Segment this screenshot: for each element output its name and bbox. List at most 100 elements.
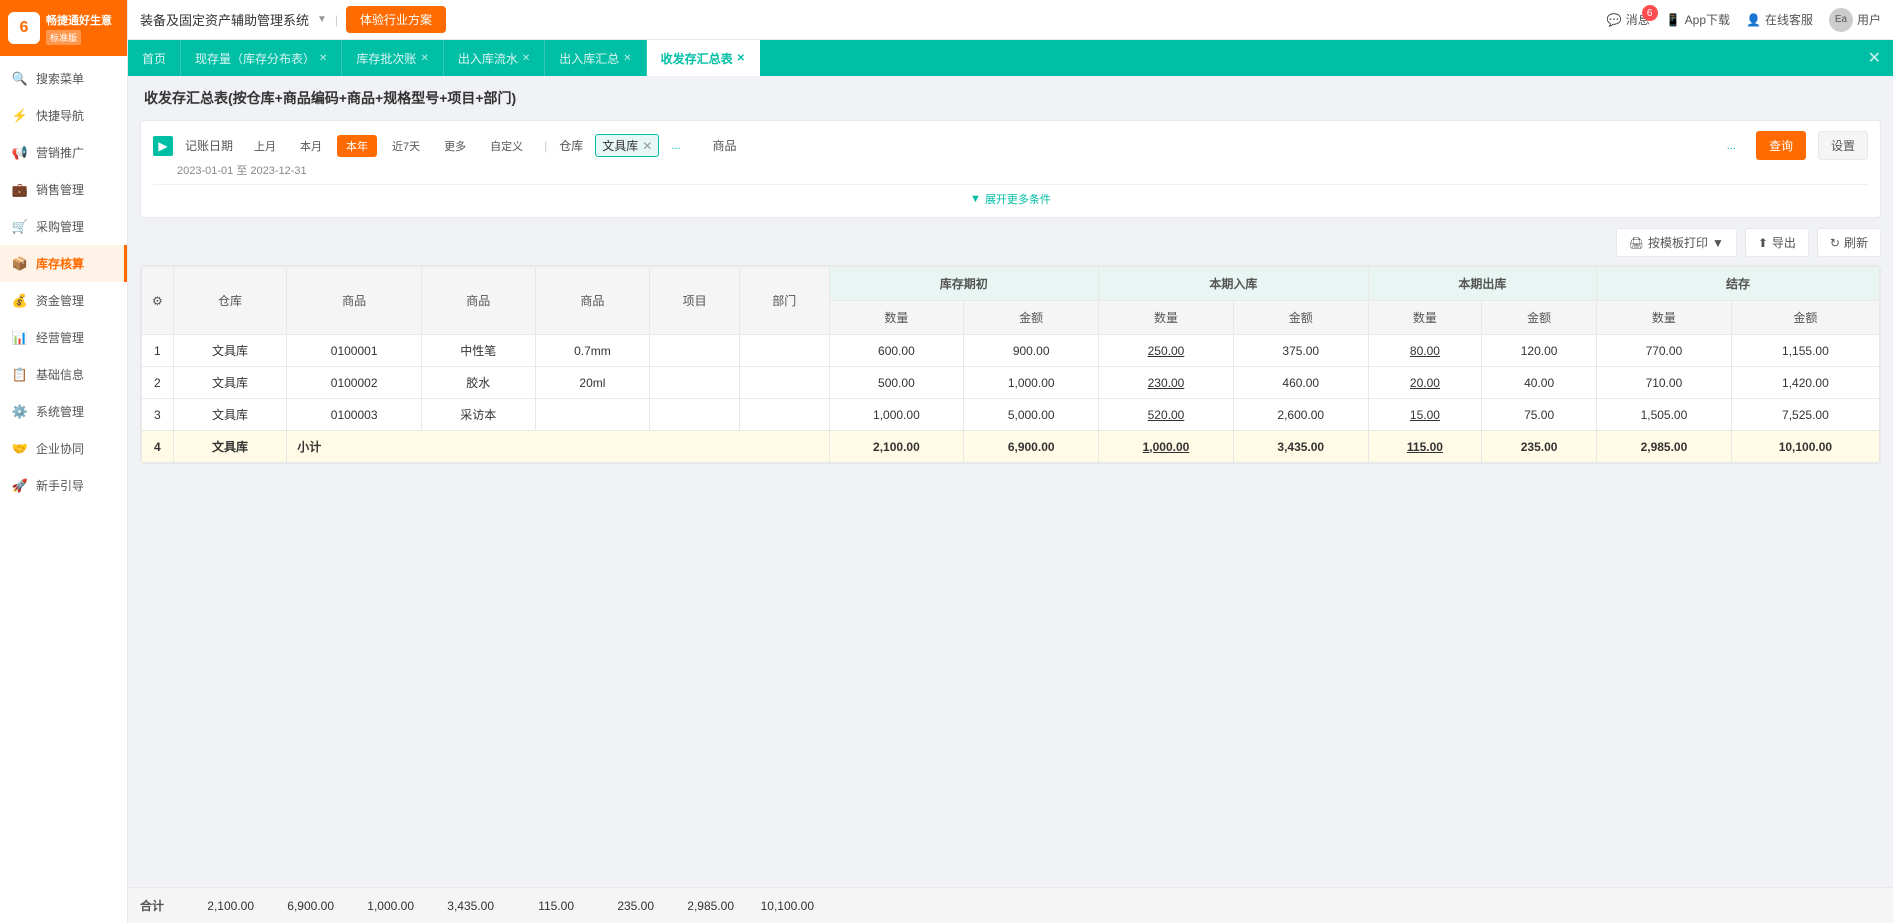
header: 装备及固定资产辅助管理系统 ▼ | 体验行业方案 💬 消息 6 📱 App下载 … (128, 0, 1893, 40)
warehouse-tag: 文具库 ✕ (595, 134, 659, 157)
system-dropdown[interactable]: ▼ (317, 14, 327, 25)
th-inbound: 本期入库 (1099, 267, 1369, 301)
row-in-qty-link[interactable]: 250.00 (1099, 335, 1234, 367)
row-in-qty-link[interactable]: 520.00 (1099, 399, 1234, 431)
tab-close-3[interactable]: ✕ (522, 53, 530, 64)
subtotal-no: 4 (142, 431, 174, 463)
data-table: ⚙ 仓库 商品 商品 商品 项目 部门 库存期初 本期入库 本期出库 结存 数量 (141, 266, 1880, 463)
print-dropdown-icon: ▼ (1712, 236, 1724, 250)
tab-close-2[interactable]: ✕ (420, 53, 428, 64)
th-opening: 库存期初 (829, 267, 1099, 301)
warehouse-remove-btn[interactable]: ✕ (642, 139, 652, 153)
th-close-qty: 数量 (1597, 301, 1732, 335)
content-area: 收发存汇总表(按仓库+商品编码+商品+规格型号+项目+部门) ▶ 记账日期 上月… (128, 76, 1893, 476)
filter-row-1: ▶ 记账日期 上月本月本年近7天更多自定义 | 仓库 文具库 ✕ ... 商品 … (153, 131, 1868, 160)
sidebar-item-3[interactable]: 💼 销售管理 (0, 171, 127, 208)
sidebar-item-8[interactable]: 📋基础信息 (0, 356, 127, 393)
tab-label-0: 首页 (142, 50, 166, 67)
tab-4[interactable]: 出入库汇总✕ (545, 40, 646, 76)
sidebar-item-1[interactable]: ⚡快捷导航 (0, 97, 127, 134)
tab-5[interactable]: 收发存汇总表✕ (647, 40, 760, 76)
warehouse-more-btn[interactable]: ... (671, 140, 680, 152)
date-btn-上月[interactable]: 上月 (245, 135, 285, 157)
date-btn-更多[interactable]: 更多 (435, 135, 475, 157)
sidebar-item-10[interactable]: 🤝企业协同 (0, 430, 127, 467)
expand-icon: ▼ (970, 193, 981, 205)
sidebar-item-0[interactable]: 🔍搜索菜单 (0, 60, 127, 97)
th-in-amt: 金额 (1233, 301, 1368, 335)
avatar: Ea (1829, 8, 1853, 32)
date-btn-近7天[interactable]: 近7天 (383, 135, 429, 157)
sidebar-item-9[interactable]: ⚙️系统管理 (0, 393, 127, 430)
table-settings-col[interactable]: ⚙ (142, 267, 174, 335)
export-icon: ⬆ (1758, 236, 1768, 250)
logo-text: 畅捷通好生意 标准版 (46, 12, 112, 45)
app-download-item[interactable]: 📱 App下载 (1666, 11, 1730, 28)
sidebar-label-7: 经营管理 (36, 329, 84, 346)
footer-bar: 合计 2,100.00 6,900.00 1,000.00 3,435.00 1… (128, 887, 1893, 923)
tab-close-5[interactable]: ✕ (737, 53, 745, 64)
date-btn-本年[interactable]: 本年 (337, 135, 377, 157)
footer-close-amt: 10,100.00 (744, 899, 824, 913)
row-out-amt: 75.00 (1482, 399, 1597, 431)
service-item[interactable]: 👤 在线客服 (1746, 11, 1813, 28)
expand-conditions-btn[interactable]: ▼ 展开更多条件 (153, 184, 1868, 207)
subtotal-in-qty-link[interactable]: 1,000.00 (1099, 431, 1234, 463)
service-icon: 👤 (1746, 13, 1761, 27)
date-btn-自定义[interactable]: 自定义 (481, 135, 532, 157)
sidebar-item-11[interactable]: 🚀新手引导 (0, 467, 127, 504)
goods-label: 商品 (713, 137, 737, 154)
tab-0[interactable]: 首页 (128, 40, 181, 76)
sidebar-icon-1: ⚡ (12, 108, 28, 124)
subtotal-out-qty-link[interactable]: 115.00 (1368, 431, 1482, 463)
tab-label-2: 库存批次账 (356, 50, 416, 67)
export-button[interactable]: ⬆ 导出 (1745, 228, 1809, 257)
sidebar-icon-3: 💼 (12, 182, 28, 198)
sidebar-item-6[interactable]: 💰资金管理 (0, 282, 127, 319)
sidebar-icon-4: 🛒 (12, 219, 28, 235)
filter-collapse-btn[interactable]: ▶ (153, 136, 173, 156)
sidebar-label-3: 销售管理 (36, 181, 84, 198)
row-in-qty-link[interactable]: 230.00 (1099, 367, 1234, 399)
tab-close-1[interactable]: ✕ (319, 53, 327, 64)
notification-item[interactable]: 💬 消息 6 (1607, 11, 1650, 28)
logo-icon: 6 (8, 12, 40, 44)
data-table-container: ⚙ 仓库 商品 商品 商品 项目 部门 库存期初 本期入库 本期出库 结存 数量 (140, 265, 1881, 464)
th-close-amt: 金额 (1731, 301, 1879, 335)
tab-3[interactable]: 出入库流水✕ (444, 40, 545, 76)
print-icon: 🖨 (1629, 236, 1644, 250)
th-in-qty: 数量 (1099, 301, 1234, 335)
sidebar-label-9: 系统管理 (36, 403, 84, 420)
row-out-qty-link[interactable]: 80.00 (1368, 335, 1482, 367)
user-item[interactable]: Ea 用户 (1829, 8, 1881, 32)
row-opening-qty: 500.00 (829, 367, 964, 399)
date-btn-本月[interactable]: 本月 (291, 135, 331, 157)
query-button[interactable]: 查询 (1756, 131, 1806, 160)
th-goods-code: 商品 (287, 267, 422, 335)
print-button[interactable]: 🖨 按模板打印 ▼ (1616, 228, 1737, 257)
refresh-button[interactable]: ↻ 刷新 (1817, 228, 1881, 257)
sidebar-item-4[interactable]: 🛒采购管理 (0, 208, 127, 245)
row-opening-amt: 900.00 (964, 335, 1099, 367)
row-goods-spec: 0.7mm (535, 335, 650, 367)
subtotal-close-amt: 10,100.00 (1731, 431, 1879, 463)
footer-out-qty: 115.00 (504, 899, 584, 913)
tab-bar-close-btn[interactable]: ✕ (1856, 48, 1893, 68)
tab-2[interactable]: 库存批次账 ✕ (342, 40, 443, 76)
th-opening-qty: 数量 (829, 301, 964, 335)
row-opening-amt: 1,000.00 (964, 367, 1099, 399)
row-out-amt: 120.00 (1482, 335, 1597, 367)
sidebar-item-2[interactable]: 📢营销推广 (0, 134, 127, 171)
sidebar-item-5[interactable]: 📦库存核算 (0, 245, 127, 282)
footer-total-label: 合计 (140, 897, 164, 914)
table-row: 3 文具库 0100003 采访本 1,000.00 5,000.00 520.… (142, 399, 1880, 431)
tab-close-4[interactable]: ✕ (623, 53, 631, 64)
settings-button[interactable]: 设置 (1818, 131, 1868, 160)
experience-button[interactable]: 体验行业方案 (346, 6, 446, 33)
notification-icon: 💬 (1607, 13, 1622, 27)
goods-more-btn[interactable]: ... (1727, 140, 1736, 152)
sidebar-item-7[interactable]: 📊经营管理 (0, 319, 127, 356)
row-out-qty-link[interactable]: 15.00 (1368, 399, 1482, 431)
row-out-qty-link[interactable]: 20.00 (1368, 367, 1482, 399)
tab-1[interactable]: 现存量（库存分布表）✕ (181, 40, 342, 76)
